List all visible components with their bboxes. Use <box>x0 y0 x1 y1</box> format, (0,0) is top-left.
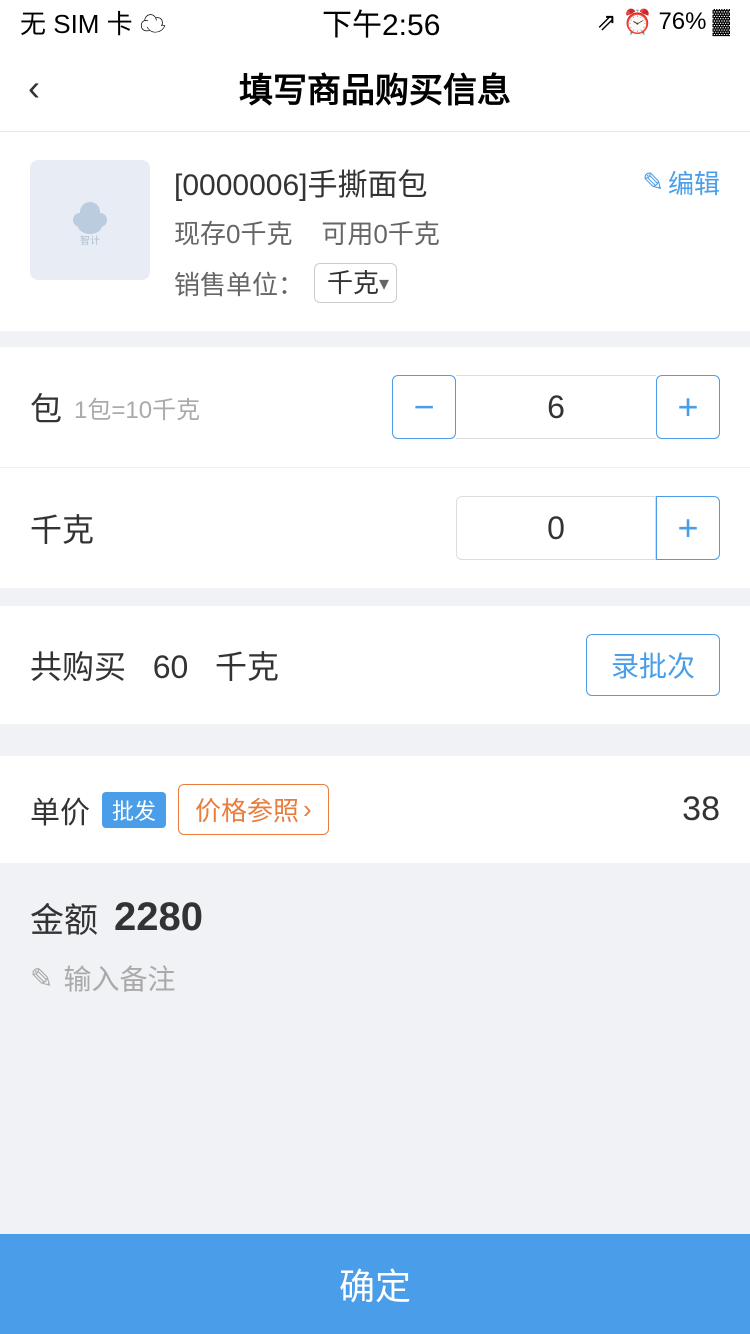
product-image: 智计 <box>30 160 150 280</box>
unit-select-wrapper[interactable]: 千克 <box>314 263 397 303</box>
amount-label: 金额 <box>30 893 98 942</box>
price-section: 单价 批发 价格参照 › 38 <box>0 756 750 863</box>
bottom-space <box>0 1018 750 1234</box>
pack-label: 包 1包=10千克 <box>30 384 200 430</box>
battery-text: 76% <box>658 8 706 36</box>
status-battery: ⇗ ⏰ 76% ▓ <box>596 8 730 37</box>
edit-button[interactable]: ✎ 编辑 <box>642 164 720 201</box>
total-section: 共购买 60 千克 录批次 <box>0 606 750 724</box>
price-value: 38 <box>682 790 720 829</box>
note-placeholder: 输入备注 <box>63 958 175 998</box>
batch-button[interactable]: 录批次 <box>586 634 720 696</box>
product-code: [0000006] <box>174 169 307 202</box>
pack-unit: 包 <box>30 384 62 430</box>
amount-row: 金额 2280 <box>30 893 720 942</box>
status-bar: 无 SIM 卡 ☁ 下午2:56 ⇗ ⏰ 76% ▓ <box>0 0 750 44</box>
amount-value: 2280 <box>114 895 203 940</box>
price-label-group: 单价 批发 价格参照 › <box>30 784 329 835</box>
quantity-section: 包 1包=10千克 − + 千克 + <box>0 347 750 588</box>
kg-input[interactable] <box>456 496 656 560</box>
unit-select[interactable]: 千克 <box>314 263 397 303</box>
pack-minus-button[interactable]: − <box>392 375 456 439</box>
product-info: [0000006]手撕面包 ✎ 编辑 现存0千克 可用0千克 销售单位： 千克 <box>174 160 720 303</box>
separator-2 <box>0 740 750 756</box>
edit-label: 编辑 <box>668 164 720 201</box>
total-value: 60 <box>153 649 189 685</box>
stock-value: 现存0千克 <box>174 219 292 249</box>
price-row: 单价 批发 价格参照 › 38 <box>30 784 720 835</box>
page-title: 填写商品购买信息 <box>239 63 511 112</box>
pack-input[interactable] <box>456 375 656 439</box>
product-card: 智计 [0000006]手撕面包 ✎ 编辑 现存0千克 可用0千克 销售单位： <box>0 132 750 331</box>
status-time: 下午2:56 <box>322 0 440 44</box>
unit-label: 销售单位： <box>174 265 304 302</box>
kg-label: 千克 <box>30 505 94 551</box>
total-text: 共购买 60 千克 <box>30 642 279 688</box>
price-label: 单价 <box>30 788 90 832</box>
price-ref-label: 价格参照 <box>195 791 299 828</box>
svg-text:智计: 智计 <box>80 234 100 247</box>
price-ref-button[interactable]: 价格参照 › <box>178 784 329 835</box>
total-prefix: 共购买 <box>30 649 126 685</box>
product-unit-row: 销售单位： 千克 <box>174 263 720 303</box>
note-icon: ✎ <box>30 962 53 995</box>
back-button[interactable]: ‹ <box>28 67 40 109</box>
product-name: [0000006]手撕面包 <box>174 160 427 204</box>
nav-bar: ‹ 填写商品购买信息 <box>0 44 750 132</box>
pack-controls: − + <box>392 375 720 439</box>
battery-icon: ▓ <box>713 8 731 36</box>
available-value: 可用0千克 <box>321 219 439 249</box>
product-name-row: [0000006]手撕面包 ✎ 编辑 <box>174 160 720 204</box>
product-stock: 现存0千克 可用0千克 <box>174 214 720 251</box>
total-unit: 千克 <box>215 649 279 685</box>
content-area: 智计 [0000006]手撕面包 ✎ 编辑 现存0千克 可用0千克 销售单位： <box>0 132 750 1234</box>
product-title: 手撕面包 <box>307 169 427 202</box>
kg-quantity-row: 千克 + <box>0 468 750 588</box>
edit-icon: ✎ <box>642 167 664 198</box>
confirm-button[interactable]: 确定 <box>0 1234 750 1334</box>
status-carrier: 无 SIM 卡 ☁ <box>20 4 166 41</box>
separator-1 <box>0 590 750 606</box>
amount-section: 金额 2280 ✎ 输入备注 <box>0 865 750 1018</box>
location-icon: ⇗ <box>596 8 616 37</box>
alarm-icon: ⏰ <box>623 8 653 37</box>
pack-quantity-row: 包 1包=10千克 − + <box>0 347 750 468</box>
kg-unit: 千克 <box>30 505 94 551</box>
pifa-badge: 批发 <box>102 792 166 828</box>
pack-hint: 1包=10千克 <box>74 390 200 425</box>
note-row[interactable]: ✎ 输入备注 <box>30 958 720 998</box>
kg-controls: + <box>456 496 720 560</box>
pack-plus-button[interactable]: + <box>656 375 720 439</box>
kg-plus-button[interactable]: + <box>656 496 720 560</box>
price-ref-arrow: › <box>303 794 312 825</box>
